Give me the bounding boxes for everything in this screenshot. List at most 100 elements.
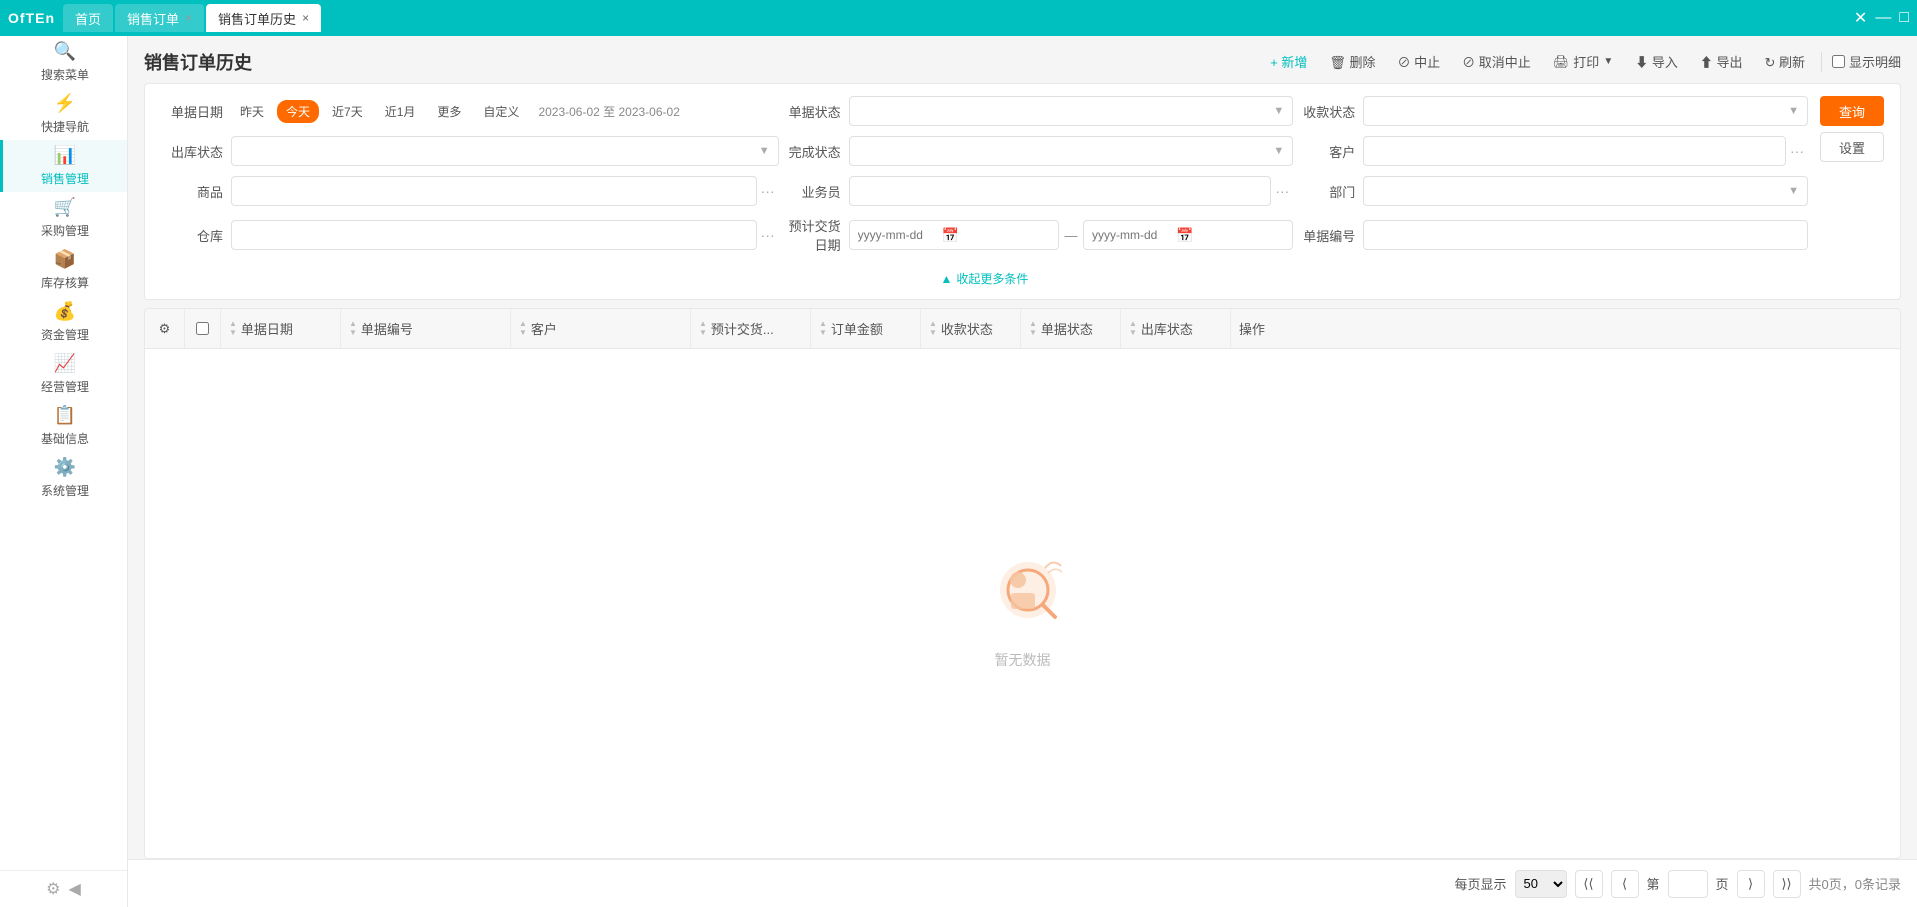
page-next-btn[interactable]: ⟩ bbox=[1737, 870, 1765, 898]
tab-sales-history[interactable]: 销售订单历史 × bbox=[206, 4, 321, 32]
tab-sales-order-label: 销售订单 bbox=[127, 9, 179, 28]
page-first-btn[interactable]: ⟨⟨ bbox=[1575, 870, 1603, 898]
sidebar-item-operations-label: 经营管理 bbox=[41, 378, 89, 395]
date-quick-btns: 昨天 今天 近7天 近1月 更多 自定义 bbox=[231, 100, 528, 123]
warehouse-dots-btn[interactable]: ··· bbox=[757, 227, 779, 243]
sidebar-item-purchase[interactable]: 🛒 采购管理 bbox=[0, 192, 127, 244]
topbar-close-icon[interactable]: ✕ bbox=[1854, 8, 1867, 28]
customer-input[interactable] bbox=[1363, 136, 1786, 166]
delivery-date-end[interactable] bbox=[1092, 228, 1172, 242]
header-checkbox[interactable] bbox=[196, 322, 209, 335]
set-button[interactable]: 设置 bbox=[1820, 132, 1884, 162]
date-today-btn[interactable]: 今天 bbox=[277, 100, 319, 123]
th-receiptstatus[interactable]: ▲▼ 收款状态 bbox=[921, 309, 1021, 348]
sidebar-item-baseinfo[interactable]: 📋 基础信息 bbox=[0, 400, 127, 452]
cal-icon-end[interactable]: 📅 bbox=[1176, 227, 1193, 244]
date-more-btn[interactable]: 更多 bbox=[428, 100, 470, 123]
sort-icons-customer: ▲▼ bbox=[519, 320, 527, 337]
complete-status-arrow: ▼ bbox=[1273, 145, 1284, 157]
collapse-more[interactable]: ▲ 收起更多条件 bbox=[161, 264, 1808, 287]
page-last-btn[interactable]: ⟩⟩ bbox=[1773, 870, 1801, 898]
th-action: 操作 bbox=[1231, 309, 1900, 348]
sidebar-item-inventory[interactable]: 📦 库存核算 bbox=[0, 244, 127, 296]
th-outstatus[interactable]: ▲▼ 出库状态 bbox=[1121, 309, 1231, 348]
tab-home[interactable]: 首页 bbox=[63, 4, 113, 32]
customer-dots-btn[interactable]: ··· bbox=[1786, 143, 1808, 159]
sidebar-item-sales[interactable]: 📊 销售管理 bbox=[0, 140, 127, 192]
sort-icons-date: ▲▼ bbox=[229, 320, 237, 337]
tab-sales-history-close[interactable]: × bbox=[302, 11, 309, 25]
date-7days-btn[interactable]: 近7天 bbox=[323, 100, 372, 123]
refresh-button[interactable]: ↻ 刷新 bbox=[1754, 48, 1815, 75]
collapse-label: 收起更多条件 bbox=[956, 270, 1028, 287]
bill-no-label: 单据编号 bbox=[1293, 226, 1363, 245]
th-delivery[interactable]: ▲▼ 预计交货... bbox=[691, 309, 811, 348]
topbar-right: ✕ — □ bbox=[1854, 8, 1909, 28]
receipt-status-select[interactable]: ▼ bbox=[1363, 96, 1808, 126]
import-button[interactable]: ⬇ 导入 bbox=[1625, 48, 1688, 75]
th-billno[interactable]: ▲▼ 单据编号 bbox=[341, 309, 511, 348]
pagination-bar: 每页显示 50 20 100 ⟨⟨ ⟨ 第 1 页 ⟩ ⟩⟩ 共0页，0条记录 bbox=[128, 859, 1917, 907]
sidebar-item-search[interactable]: 🔍 搜索菜单 bbox=[0, 36, 127, 88]
print-icon: 🖨 bbox=[1553, 54, 1570, 70]
page-size-select[interactable]: 50 20 100 bbox=[1515, 870, 1567, 898]
warehouse-input[interactable] bbox=[231, 220, 757, 250]
toolbar-divider bbox=[1821, 52, 1822, 72]
tab-sales-order-close[interactable]: × bbox=[185, 11, 192, 25]
sidebar-item-quicknav[interactable]: ⚡ 快捷导航 bbox=[0, 88, 127, 140]
th-settings[interactable]: ⚙ bbox=[145, 309, 185, 348]
salesman-dots-btn[interactable]: ··· bbox=[1271, 183, 1293, 199]
tab-sales-order[interactable]: 销售订单 × bbox=[115, 4, 204, 32]
delivery-date-start[interactable] bbox=[858, 228, 938, 242]
sort-icons-receipt: ▲▼ bbox=[929, 320, 937, 337]
search-icon: 🔍 bbox=[54, 41, 76, 62]
out-status-select[interactable]: ▼ bbox=[231, 136, 779, 166]
page-size-label: 每页显示 bbox=[1454, 874, 1506, 893]
delete-button[interactable]: 🗑 删除 bbox=[1319, 48, 1385, 75]
export-button[interactable]: ⬆ 导出 bbox=[1690, 48, 1753, 75]
topbar-maximize-icon[interactable]: □ bbox=[1899, 9, 1909, 27]
out-status-arrow: ▼ bbox=[759, 145, 770, 157]
page-prev-btn[interactable]: ⟨ bbox=[1611, 870, 1639, 898]
salesman-input[interactable] bbox=[849, 176, 1272, 206]
th-amount[interactable]: ▲▼ 订单金额 bbox=[811, 309, 921, 348]
sidebar-item-finance[interactable]: 💰 资金管理 bbox=[0, 296, 127, 348]
sidebar-item-system-label: 系统管理 bbox=[41, 482, 89, 499]
settings-icon: ⚙ bbox=[159, 321, 171, 337]
sidebar-settings-btn[interactable]: ⚙ bbox=[46, 879, 60, 899]
topbar-minimize-icon[interactable]: — bbox=[1875, 9, 1891, 27]
dept-select[interactable]: ▼ bbox=[1363, 176, 1808, 206]
filter-completestatus-col: 完成状态 ▼ bbox=[779, 136, 1294, 166]
complete-status-select[interactable]: ▼ bbox=[849, 136, 1294, 166]
th-amount-label: 订单金额 bbox=[831, 319, 883, 338]
sidebar-item-baseinfo-label: 基础信息 bbox=[41, 430, 89, 447]
new-button[interactable]: + 新增 bbox=[1260, 48, 1317, 75]
filter-billstatus-col: 单据状态 ▼ bbox=[779, 96, 1294, 126]
sidebar-item-system[interactable]: ⚙️ 系统管理 bbox=[0, 452, 127, 504]
query-button[interactable]: 查询 bbox=[1820, 96, 1884, 126]
cancel-stop-button[interactable]: ⊘ 取消中止 bbox=[1452, 48, 1541, 75]
sidebar-item-purchase-label: 采购管理 bbox=[41, 222, 89, 239]
show-columns-checkbox[interactable] bbox=[1832, 55, 1845, 68]
finance-icon: 💰 bbox=[54, 301, 76, 322]
sidebar-item-operations[interactable]: 📈 经营管理 bbox=[0, 348, 127, 400]
goods-dots-btn[interactable]: ··· bbox=[757, 183, 779, 199]
sidebar-collapse-btn[interactable]: ◀ bbox=[69, 879, 81, 899]
date-label: 单据日期 bbox=[161, 102, 231, 121]
date-yesterday-btn[interactable]: 昨天 bbox=[231, 100, 273, 123]
date-custom-btn[interactable]: 自定义 bbox=[474, 100, 528, 123]
print-button[interactable]: 🖨 打印 ▼ bbox=[1543, 48, 1623, 75]
th-date[interactable]: ▲▼ 单据日期 bbox=[221, 309, 341, 348]
bill-status-select[interactable]: ▼ bbox=[849, 96, 1294, 126]
th-billno-label: 单据编号 bbox=[361, 319, 413, 338]
inventory-icon: 📦 bbox=[54, 249, 76, 270]
goods-input[interactable] bbox=[231, 176, 757, 206]
page-number-input[interactable]: 1 bbox=[1668, 870, 1708, 898]
stop-button[interactable]: ⊘ 中止 bbox=[1388, 48, 1451, 75]
th-checkbox[interactable] bbox=[185, 309, 221, 348]
th-customer[interactable]: ▲▼ 客户 bbox=[511, 309, 691, 348]
bill-no-input[interactable] bbox=[1363, 220, 1808, 250]
date-1month-btn[interactable]: 近1月 bbox=[376, 100, 425, 123]
th-billstatus[interactable]: ▲▼ 单据状态 bbox=[1021, 309, 1121, 348]
cal-icon-start[interactable]: 📅 bbox=[942, 227, 959, 244]
